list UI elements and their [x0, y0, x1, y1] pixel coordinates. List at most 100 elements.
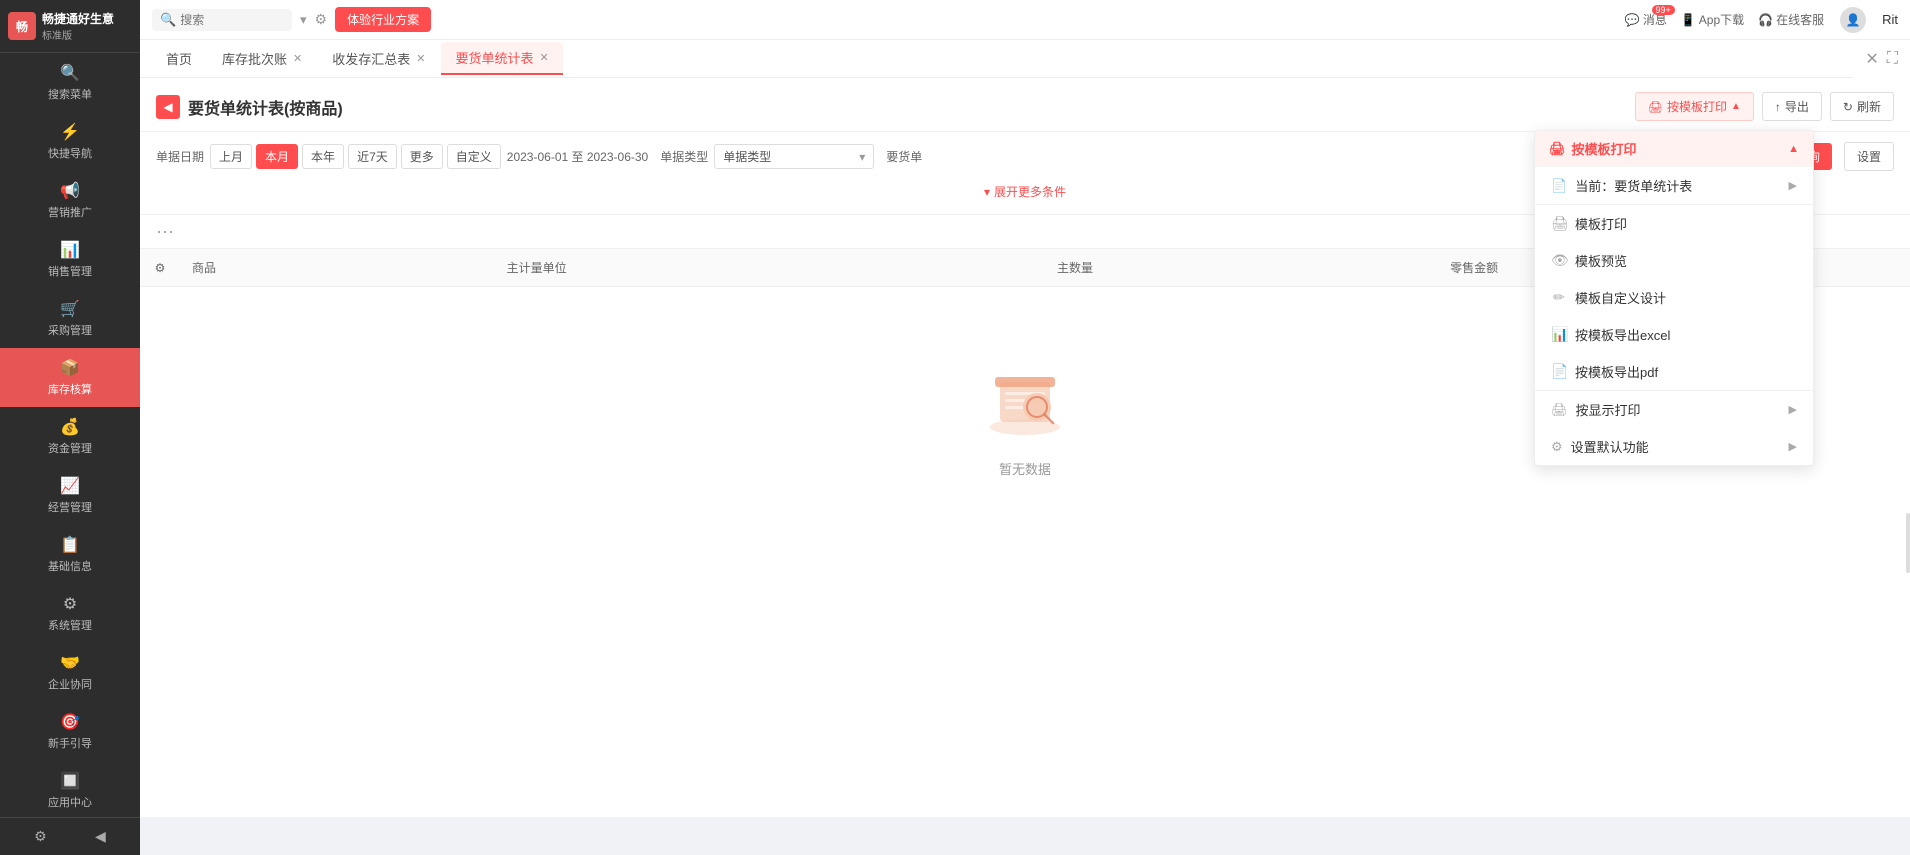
refresh-icon: ↻ — [1843, 100, 1853, 114]
dropdown-item-template-pdf[interactable]: 📄 按模板导出pdf — [1535, 353, 1813, 390]
tab-receipt-summary[interactable]: 收发存汇总表 ✕ — [318, 43, 439, 74]
avatar[interactable]: 👤 — [1840, 7, 1866, 33]
print-dropdown: 🖨 按模板打印 ▲ 📄 当前：要货单统计表 — [1534, 130, 1814, 466]
topbar-left: 🔍 ▾ ⚙ 体验行业方案 — [152, 7, 431, 32]
tab-inventory-batch-close[interactable]: ✕ — [293, 52, 302, 65]
dropdown-item-template-design[interactable]: ✏ 模板自定义设计 — [1535, 279, 1813, 316]
expand-chevron: ▾ — [984, 185, 990, 199]
tab-expand[interactable]: ⛶ — [1887, 50, 1898, 68]
sidebar-label-marketing: 营销推广 — [48, 204, 92, 220]
app-download-item[interactable]: 📱 App下载 — [1681, 11, 1744, 28]
sidebar-item-operations[interactable]: 📈经营管理 — [0, 466, 140, 525]
sidebar: 畅 畅捷通好生意 标准版 🔍搜索菜单⚡快捷导航📢营销推广📊销售管理🛒采购管理📦库… — [0, 0, 140, 855]
sidebar-label-purchase: 采购管理 — [48, 322, 92, 338]
date-label: 单据日期 — [156, 148, 204, 165]
tab-receipt-summary-close[interactable]: ✕ — [416, 52, 425, 65]
col-settings[interactable]: ⚙ — [140, 249, 180, 287]
table-more-icon[interactable]: ··· — [156, 221, 174, 242]
date-btn-more[interactable]: 更多 — [401, 144, 443, 169]
tab-close-all[interactable]: ✕ — [1865, 49, 1878, 69]
content-scroll: ◀ 要货单统计表(按商品) 🖨 按模板打印 ▲ ↑ 导出 — [140, 78, 1910, 817]
date-btn-this-month[interactable]: 本月 — [256, 144, 298, 169]
dropdown-items-section: 🖨 模板打印 👁 模板预览 ✏ 模板自定义设计 — [1535, 205, 1813, 391]
date-btn-last-month[interactable]: 上月 — [210, 144, 252, 169]
settings-icon[interactable]: ⚙ — [34, 828, 47, 845]
search-box[interactable]: 🔍 — [152, 9, 292, 31]
tab-home-label: 首页 — [166, 49, 192, 68]
search-input[interactable] — [180, 13, 280, 27]
date-btn-this-year[interactable]: 本年 — [302, 144, 344, 169]
marketing-icon: 📢 — [60, 181, 80, 201]
set-default-arrow: ▶ — [1789, 440, 1797, 453]
date-btn-7days[interactable]: 近7天 — [348, 144, 397, 169]
service-label: 在线客服 — [1776, 11, 1824, 28]
dropdown-item-template-preview[interactable]: 👁 模板预览 — [1535, 242, 1813, 279]
dropdown-set-default[interactable]: ⚙ 设置默认功能 ▶ — [1535, 428, 1813, 465]
dropdown-print-icon: 🖨 — [1549, 141, 1566, 157]
dropdown-item-template-excel[interactable]: 📊 按模板导出excel — [1535, 316, 1813, 353]
template-print-icon: 🖨 — [1551, 215, 1567, 232]
sidebar-item-guide[interactable]: 🎯新手引导 — [0, 702, 140, 761]
sidebar-item-finance[interactable]: 💰资金管理 — [0, 407, 140, 466]
print-btn[interactable]: 🖨 按模板打印 ▲ — [1635, 92, 1754, 121]
topbar-settings-icon[interactable]: ⚙ — [315, 11, 328, 28]
page-title: 要货单统计表(按商品) — [188, 95, 343, 119]
collapse-icon[interactable]: ◀ — [95, 828, 106, 845]
sidebar-item-system[interactable]: ⚙系统管理 — [0, 584, 140, 643]
page-actions: 🖨 按模板打印 ▲ ↑ 导出 ↻ 刷新 — [1635, 92, 1894, 121]
sidebar-item-sales[interactable]: 📊销售管理 — [0, 230, 140, 289]
sidebar-label-search: 搜索菜单 — [48, 86, 92, 102]
basic-icon: 📋 — [60, 535, 80, 555]
date-btn-custom[interactable]: 自定义 — [447, 144, 501, 169]
tab-order-stats[interactable]: 要货单统计表 ✕ — [441, 42, 562, 75]
order-type-value: 单据类型 — [723, 148, 771, 165]
settings-btn[interactable]: 设置 — [1844, 142, 1894, 171]
topbar-dropdown-icon[interactable]: ▾ — [300, 12, 307, 28]
sidebar-item-inventory[interactable]: 📦库存核算 — [0, 348, 140, 407]
search-icon: 🔍 — [60, 63, 80, 83]
purchase-icon: 🛒 — [60, 299, 80, 319]
dropdown-item-template-print[interactable]: 🖨 模板打印 — [1535, 205, 1813, 242]
col-quantity: 主数量 — [1045, 249, 1438, 287]
expand-btn[interactable]: ▾ 展开更多条件 — [976, 179, 1074, 204]
template-pdf-icon: 📄 — [1551, 363, 1567, 380]
sidebar-item-apps[interactable]: 🔲应用中心 — [0, 761, 140, 817]
tab-home[interactable]: 首页 — [152, 43, 206, 74]
main-area: 🔍 ▾ ⚙ 体验行业方案 💬 消息 99+ 📱 App下载 🎧 — [140, 0, 1910, 855]
resize-handle[interactable] — [1906, 513, 1910, 573]
sidebar-item-purchase[interactable]: 🛒 采购管理 — [0, 289, 140, 348]
logo-icon: 畅 — [8, 12, 36, 40]
message-icon-item[interactable]: 💬 消息 99+ — [1625, 11, 1667, 28]
sidebar-item-search[interactable]: 🔍 搜索菜单 — [0, 53, 140, 112]
sidebar-label-quicknav: 快捷导航 — [48, 145, 92, 161]
print-icon: 🖨 — [1648, 100, 1663, 114]
app-version: 标准版 — [42, 27, 114, 42]
order-type-filter: 单据类型 单据类型 ▾ — [660, 144, 874, 169]
dropdown-current-template[interactable]: 📄 当前：要货单统计表 ▶ — [1535, 167, 1813, 204]
date-filter: 单据日期 上月 本月 本年 近7天 更多 自定义 2023-06-01 至 20… — [156, 144, 648, 169]
export-btn[interactable]: ↑ 导出 — [1762, 92, 1822, 121]
sales-icon: 📊 — [60, 240, 80, 260]
display-print-arrow: ▶ — [1789, 403, 1797, 416]
dropdown-display-print[interactable]: 🖨 按显示打印 ▶ — [1535, 391, 1813, 428]
system-icon: ⚙ — [63, 594, 77, 614]
sidebar-footer: ⚙ ◀ — [0, 817, 140, 855]
sidebar-item-basic[interactable]: 📋基础信息 — [0, 525, 140, 584]
trial-btn[interactable]: 体验行业方案 — [335, 7, 431, 32]
sidebar-item-marketing[interactable]: 📢 营销推广 — [0, 171, 140, 230]
order-type-select[interactable]: 单据类型 ▾ — [714, 144, 874, 169]
online-service-item[interactable]: 🎧 在线客服 — [1758, 11, 1824, 28]
tab-inventory-batch-label: 库存批次账 — [222, 49, 287, 68]
nav-back-btn[interactable]: ◀ — [156, 95, 180, 119]
sidebar-item-collab[interactable]: 🤝企业协同 — [0, 643, 140, 702]
template-design-icon: ✏ — [1551, 289, 1567, 306]
empty-text: 暂无数据 — [999, 459, 1051, 478]
username[interactable]: Rit — [1882, 12, 1898, 27]
message-badge: 99+ — [1652, 5, 1675, 15]
dropdown-expandable-section: 🖨 按显示打印 ▶ ⚙ 设置默认功能 — [1535, 391, 1813, 465]
dropdown-header[interactable]: 🖨 按模板打印 ▲ — [1535, 131, 1813, 167]
tab-inventory-batch[interactable]: 库存批次账 ✕ — [208, 43, 316, 74]
refresh-btn[interactable]: ↻ 刷新 — [1830, 92, 1894, 121]
tab-order-stats-close[interactable]: ✕ — [540, 51, 549, 64]
sidebar-item-quicknav[interactable]: ⚡快捷导航 — [0, 112, 140, 171]
